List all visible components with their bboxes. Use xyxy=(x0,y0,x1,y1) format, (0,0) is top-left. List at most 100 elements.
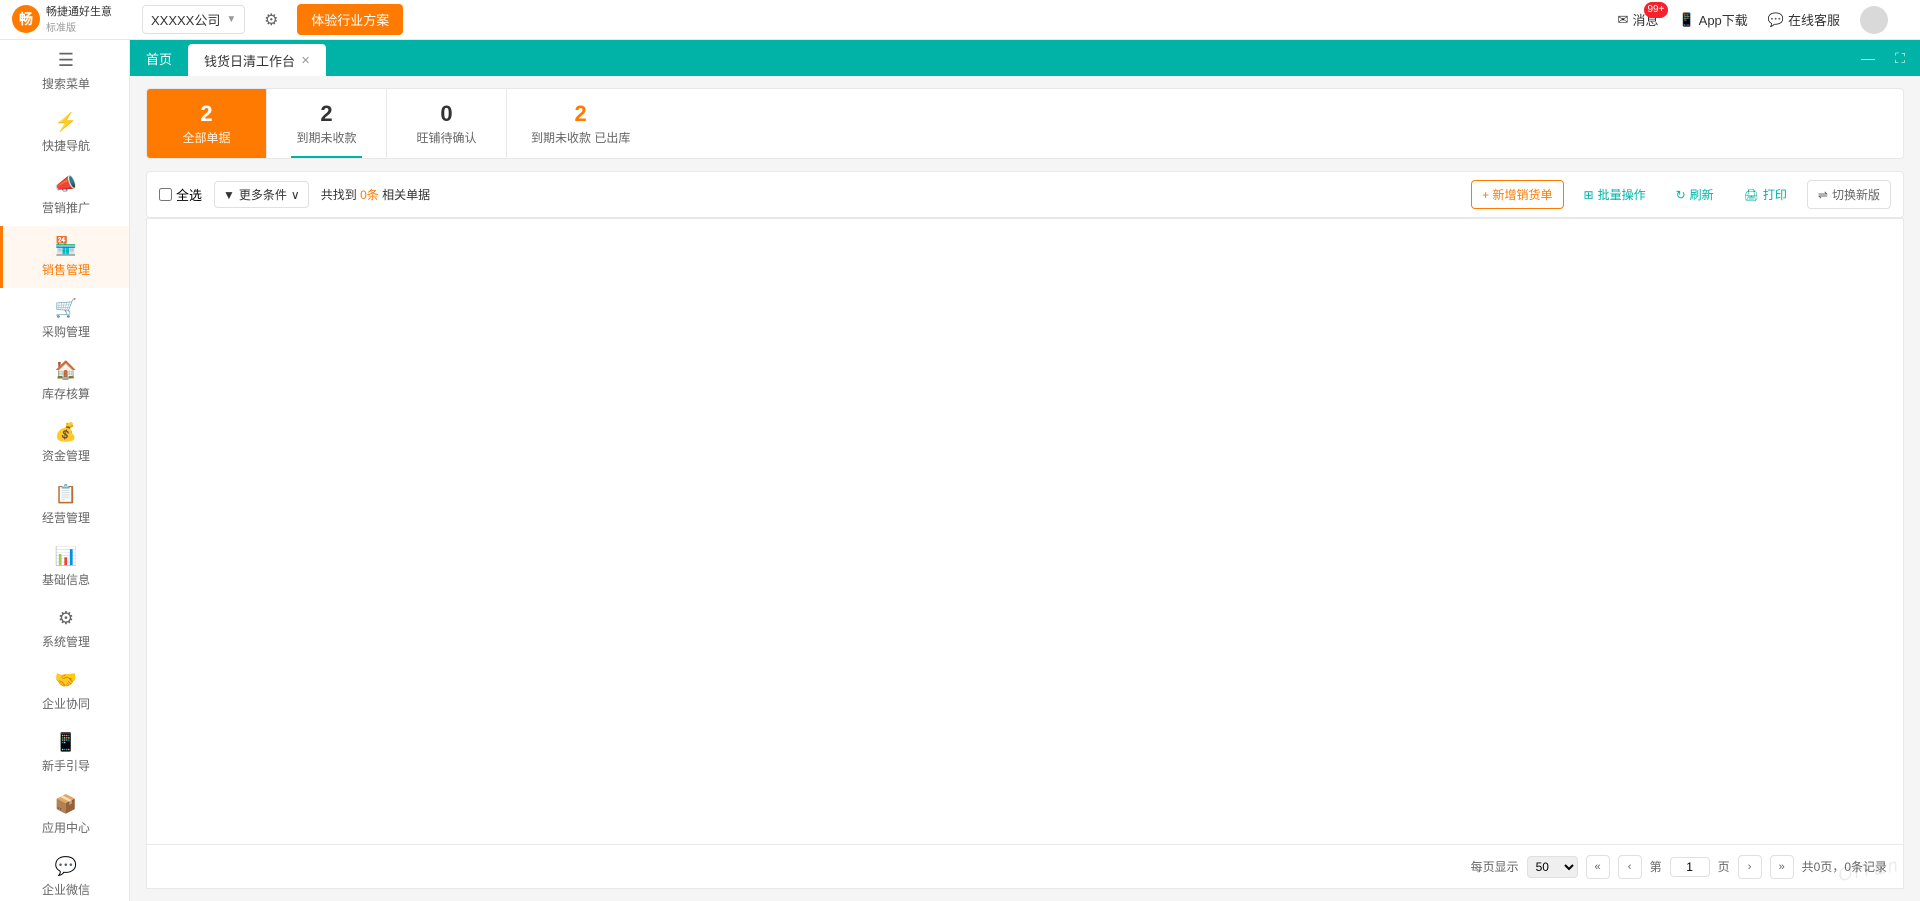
sidebar-label-search-menu: 搜索菜单 xyxy=(42,75,90,92)
tab-close-icon[interactable]: ✕ xyxy=(301,54,310,67)
first-page-button[interactable]: « xyxy=(1586,855,1610,879)
batch-icon: ⊞ xyxy=(1584,188,1594,202)
sidebar-item-finance[interactable]: 💰 资金管理 xyxy=(0,412,129,474)
sidebar-item-enterprise[interactable]: 🤝 企业协同 xyxy=(0,660,129,722)
wechat-icon: 💬 xyxy=(55,856,77,877)
system-icon: ⚙ xyxy=(58,608,74,629)
trial-button[interactable]: 体验行业方案 xyxy=(297,4,403,35)
filter-button[interactable]: ▼ 更多条件 ∨ xyxy=(214,181,309,208)
sidebar-label-operations: 经营管理 xyxy=(42,509,90,526)
switch-version-button[interactable]: ⇌ 切换新版 xyxy=(1807,180,1891,209)
pagination: 每页显示 50 100 200 « ‹ 第 页 › » 共0页，0条记录 xyxy=(147,844,1903,888)
stat-number-overdue: 2 xyxy=(320,101,332,127)
sidebar-item-sales[interactable]: 🏪 销售管理 xyxy=(0,226,129,288)
prev-page-button[interactable]: ‹ xyxy=(1618,855,1642,879)
toolbar: 全选 ▼ 更多条件 ∨ 共找到 0条 相关单据 + 新增销货单 xyxy=(146,171,1904,218)
content-area: 首页 钱货日清工作台 ✕ — ⛶ 2 全部单据 2 到期未收款 xyxy=(130,40,1920,901)
sidebar-item-guide[interactable]: 📱 新手引导 xyxy=(0,722,129,784)
stat-card-overdue[interactable]: 2 到期未收款 xyxy=(267,89,387,158)
sidebar-item-marketing[interactable]: 📣 营销推广 xyxy=(0,164,129,226)
marketing-icon: 📣 xyxy=(55,174,77,195)
app-download-label: App下载 xyxy=(1699,10,1748,29)
batch-operation-button[interactable]: ⊞ 批量操作 xyxy=(1574,181,1656,208)
page-size-select[interactable]: 50 100 200 xyxy=(1527,856,1578,878)
filter-icon: ▼ xyxy=(223,188,235,202)
sidebar-label-purchase: 采购管理 xyxy=(42,323,90,340)
table-body-empty xyxy=(147,219,1903,844)
sidebar-item-purchase[interactable]: 🛒 采购管理 xyxy=(0,288,129,350)
sidebar-item-operations[interactable]: 📋 经营管理 xyxy=(0,474,129,536)
pagination-summary: 共0页，0条记录 xyxy=(1802,858,1887,875)
stat-card-overdue-out[interactable]: 2 到期未收款 已出库 xyxy=(507,89,654,158)
quick-nav-icon: ⚡ xyxy=(55,112,77,133)
messages-button[interactable]: ✉ 消息 99+ xyxy=(1618,10,1659,29)
sidebar-item-app-center[interactable]: 📦 应用中心 xyxy=(0,784,129,846)
stat-card-all[interactable]: 2 全部单据 xyxy=(147,89,267,158)
app-download-icon: 📱 xyxy=(1678,12,1694,28)
sidebar-label-finance: 资金管理 xyxy=(42,447,90,464)
company-selector[interactable]: XXXXX公司 ▼ xyxy=(142,5,245,34)
select-all-checkbox[interactable] xyxy=(159,188,172,201)
logo-title: 畅捷通好生意 xyxy=(46,5,112,19)
sidebar-label-system: 系统管理 xyxy=(42,633,90,650)
chevron-down-icon: ▼ xyxy=(226,14,236,25)
messages-badge: 99+ xyxy=(1644,2,1669,18)
stat-label-pending: 旺铺待确认 xyxy=(416,129,476,146)
base-info-icon: 📊 xyxy=(55,546,77,567)
sidebar-label-inventory: 库存核算 xyxy=(42,385,90,402)
select-all-checkbox-label[interactable]: 全选 xyxy=(159,185,202,204)
logo-icon: 畅 xyxy=(12,5,40,33)
sidebar-item-inventory[interactable]: 🏠 库存核算 xyxy=(0,350,129,412)
logo-char: 畅 xyxy=(19,9,33,29)
page-content: 2 全部单据 2 到期未收款 0 旺铺待确认 2 到期未收款 已出库 xyxy=(130,76,1920,901)
finance-icon: 💰 xyxy=(55,422,77,443)
user-avatar[interactable] xyxy=(1860,6,1888,34)
top-header: 畅 畅捷通好生意 标准版 XXXXX公司 ▼ ⚙ 体验行业方案 ✉ 消息 99+… xyxy=(0,0,1920,40)
page-number-input[interactable] xyxy=(1670,857,1710,877)
main-layout: ☰ 搜索菜单 ⚡ 快捷导航 📣 营销推广 🏪 销售管理 🛒 采购管理 🏠 库存核… xyxy=(0,40,1920,901)
service-icon: 💬 xyxy=(1768,12,1784,28)
sidebar-item-search-menu[interactable]: ☰ 搜索菜单 xyxy=(0,40,129,102)
tab-minimize-icon[interactable]: — xyxy=(1856,46,1880,70)
logo-text-area: 畅捷通好生意 标准版 xyxy=(46,5,112,34)
tab-bar: 首页 钱货日清工作台 ✕ — ⛶ xyxy=(130,40,1920,76)
sidebar-label-guide: 新手引导 xyxy=(42,757,90,774)
company-name: XXXXX公司 xyxy=(151,10,220,29)
found-text: 共找到 0条 相关单据 xyxy=(321,186,430,203)
stat-card-pending[interactable]: 0 旺铺待确认 xyxy=(387,89,507,158)
refresh-icon: ↻ xyxy=(1676,188,1686,202)
new-sales-order-button[interactable]: + 新增销货单 xyxy=(1471,180,1563,209)
stat-label-overdue-out: 到期未收款 已出库 xyxy=(531,129,630,146)
app-center-icon: 📦 xyxy=(55,794,77,815)
settings-icon[interactable]: ⚙ xyxy=(257,6,285,34)
tab-workspace[interactable]: 钱货日清工作台 ✕ xyxy=(188,44,326,76)
tab-maximize-icon[interactable]: ⛶ xyxy=(1888,46,1912,70)
filter-label: 更多条件 xyxy=(239,186,287,203)
stat-number-overdue-out: 2 xyxy=(575,101,587,127)
logo-area: 畅 畅捷通好生意 标准版 xyxy=(12,5,142,34)
sidebar-label-app-center: 应用中心 xyxy=(42,819,90,836)
refresh-button[interactable]: ↻ 刷新 xyxy=(1666,181,1724,208)
logo-badge: 标准版 xyxy=(46,19,112,34)
last-page-button[interactable]: » xyxy=(1770,855,1794,879)
inventory-icon: 🏠 xyxy=(55,360,77,381)
search-menu-icon: ☰ xyxy=(58,50,74,71)
sidebar-label-sales: 销售管理 xyxy=(42,261,90,278)
next-page-button[interactable]: › xyxy=(1738,855,1762,879)
switch-icon: ⇌ xyxy=(1818,188,1828,202)
print-icon: 🖨 xyxy=(1744,188,1759,202)
tab-home[interactable]: 首页 xyxy=(130,40,188,76)
sidebar-item-system[interactable]: ⚙ 系统管理 xyxy=(0,598,129,660)
header-middle: ⚙ 体验行业方案 xyxy=(257,4,403,35)
online-service-button[interactable]: 💬 在线客服 xyxy=(1768,10,1840,29)
sidebar-item-wechat[interactable]: 💬 企业微信 xyxy=(0,846,129,901)
app-download-button[interactable]: 📱 App下载 xyxy=(1678,10,1747,29)
tab-home-label: 首页 xyxy=(146,49,172,68)
filter-chevron-icon: ∨ xyxy=(291,188,300,202)
enterprise-icon: 🤝 xyxy=(55,670,77,691)
stat-label-overdue: 到期未收款 xyxy=(296,129,356,146)
print-button[interactable]: 🖨 打印 xyxy=(1734,181,1797,208)
sidebar-item-quick-nav[interactable]: ⚡ 快捷导航 xyxy=(0,102,129,164)
header-right: ✉ 消息 99+ 📱 App下载 💬 在线客服 xyxy=(1618,6,1908,34)
sidebar-item-base-info[interactable]: 📊 基础信息 xyxy=(0,536,129,598)
